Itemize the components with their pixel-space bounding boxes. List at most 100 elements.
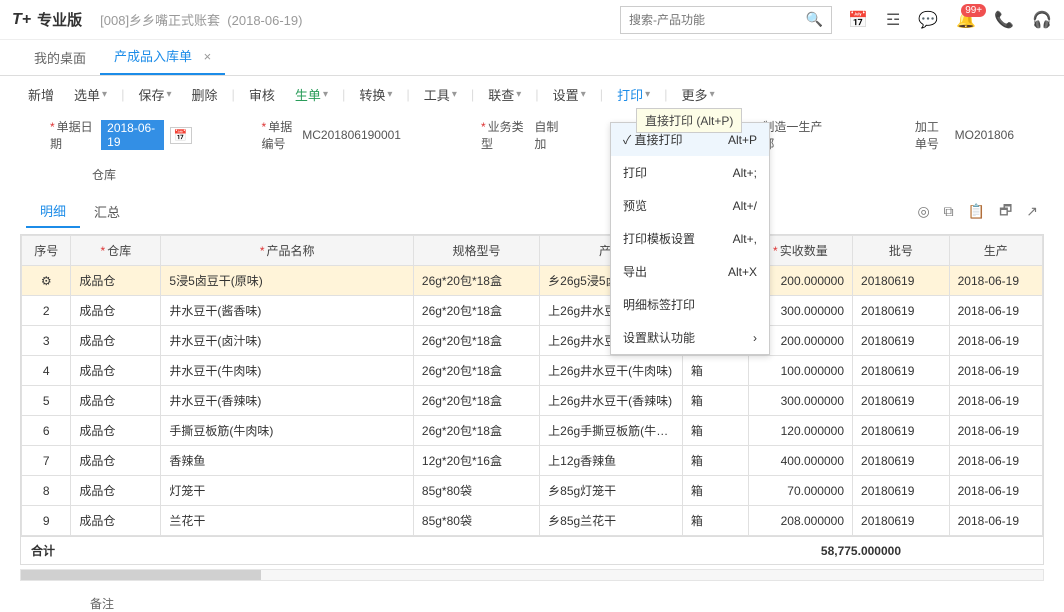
- calendar-icon[interactable]: 📅: [848, 10, 868, 30]
- search-icon[interactable]: 🔍: [806, 11, 823, 28]
- cell[interactable]: 26g*20包*18盒: [413, 386, 539, 416]
- list-icon[interactable]: ☲: [886, 10, 900, 30]
- cell[interactable]: 3: [22, 326, 71, 356]
- cell[interactable]: 70.000000: [748, 476, 852, 506]
- search-box[interactable]: 🔍: [620, 6, 832, 34]
- cell[interactable]: 2018-06-19: [949, 266, 1042, 296]
- locate-icon[interactable]: ◎: [917, 203, 929, 220]
- cell[interactable]: 2018-06-19: [949, 416, 1042, 446]
- print-button[interactable]: 打印▾: [609, 81, 658, 108]
- cell[interactable]: 26g*20包*18盒: [413, 356, 539, 386]
- cell[interactable]: 箱: [682, 356, 748, 386]
- cell[interactable]: 成品仓: [71, 416, 161, 446]
- col-prod[interactable]: 生产: [949, 236, 1042, 266]
- table-row[interactable]: 8成品仓灯笼干85g*80袋乡85g灯笼干箱70.000000201806192…: [22, 476, 1043, 506]
- scrollbar-thumb[interactable]: [21, 570, 261, 580]
- menu-template[interactable]: 打印模板设置Alt+,: [611, 222, 769, 255]
- generate-button[interactable]: 生单▾: [287, 81, 336, 108]
- phone-icon[interactable]: 📞: [994, 10, 1014, 30]
- col-wh[interactable]: 仓库: [71, 236, 161, 266]
- bell-icon[interactable]: 🔔99+: [956, 10, 976, 30]
- cell[interactable]: 2018-06-19: [949, 506, 1042, 536]
- cell[interactable]: 26g*20包*18盒: [413, 416, 539, 446]
- table-row[interactable]: 3成品仓井水豆干(卤汁味)26g*20包*18盒上26g井水豆干(200.000…: [22, 326, 1043, 356]
- col-seq[interactable]: 序号: [22, 236, 71, 266]
- cell[interactable]: 12g*20包*16盒: [413, 446, 539, 476]
- cell[interactable]: 2018-06-19: [949, 356, 1042, 386]
- link-button[interactable]: 联查▾: [480, 81, 529, 108]
- export-icon[interactable]: ↗: [1026, 203, 1038, 220]
- close-icon[interactable]: ×: [204, 49, 212, 64]
- cell[interactable]: 箱: [682, 416, 748, 446]
- delete-button[interactable]: 删除: [184, 81, 226, 108]
- tab-desktop[interactable]: 我的桌面: [20, 40, 100, 75]
- col-name[interactable]: 产品名称: [161, 236, 414, 266]
- cell[interactable]: 20180619: [853, 416, 950, 446]
- menu-export[interactable]: 导出Alt+X: [611, 255, 769, 288]
- cell[interactable]: 乡85g兰花干: [540, 506, 683, 536]
- cell[interactable]: 20180619: [853, 386, 950, 416]
- cell[interactable]: ⚙: [22, 266, 71, 296]
- search-input[interactable]: [629, 13, 823, 27]
- cell[interactable]: 井水豆干(牛肉味): [161, 356, 414, 386]
- cell[interactable]: 成品仓: [71, 386, 161, 416]
- cell[interactable]: 上12g香辣鱼: [540, 446, 683, 476]
- tab-current[interactable]: 产成品入库单 ×: [100, 38, 225, 75]
- cell[interactable]: 2018-06-19: [949, 326, 1042, 356]
- cell[interactable]: 井水豆干(卤汁味): [161, 326, 414, 356]
- cell[interactable]: 2018-06-19: [949, 446, 1042, 476]
- save-button[interactable]: 保存▾: [130, 81, 179, 108]
- cell[interactable]: 20180619: [853, 296, 950, 326]
- table-row[interactable]: ⚙成品仓5浸5卤豆干(原味)26g*20包*18盒乡26g5浸5卤豆干200.0…: [22, 266, 1043, 296]
- cell[interactable]: 20180619: [853, 326, 950, 356]
- cell[interactable]: 7: [22, 446, 71, 476]
- cell[interactable]: 上26g井水豆干(牛肉味): [540, 356, 683, 386]
- cell[interactable]: 26g*20包*18盒: [413, 266, 539, 296]
- cell[interactable]: 灯笼干: [161, 476, 414, 506]
- cell[interactable]: 20180619: [853, 476, 950, 506]
- cell[interactable]: 手撕豆板筋(牛肉味): [161, 416, 414, 446]
- add-button[interactable]: 新增: [20, 81, 62, 108]
- cell[interactable]: 成品仓: [71, 446, 161, 476]
- table-row[interactable]: 4成品仓井水豆干(牛肉味)26g*20包*18盒上26g井水豆干(牛肉味)箱10…: [22, 356, 1043, 386]
- cell[interactable]: 120.000000: [748, 416, 852, 446]
- cell[interactable]: 箱: [682, 476, 748, 506]
- cell[interactable]: 乡85g灯笼干: [540, 476, 683, 506]
- cell[interactable]: 20180619: [853, 506, 950, 536]
- cell[interactable]: 9: [22, 506, 71, 536]
- font-icon[interactable]: 🗗: [999, 200, 1012, 224]
- setting-button[interactable]: 设置▾: [545, 81, 594, 108]
- cell[interactable]: 成品仓: [71, 326, 161, 356]
- cell[interactable]: 400.000000: [748, 446, 852, 476]
- cell[interactable]: 兰花干: [161, 506, 414, 536]
- convert-button[interactable]: 转换▾: [351, 81, 400, 108]
- cell[interactable]: 成品仓: [71, 476, 161, 506]
- cell[interactable]: 20180619: [853, 356, 950, 386]
- cell[interactable]: 香辣鱼: [161, 446, 414, 476]
- copy-icon[interactable]: ⧉: [944, 203, 954, 220]
- cell[interactable]: 85g*80袋: [413, 506, 539, 536]
- cell[interactable]: 8: [22, 476, 71, 506]
- select-button[interactable]: 选单▾: [66, 81, 115, 108]
- cell[interactable]: 2: [22, 296, 71, 326]
- cell[interactable]: 26g*20包*18盒: [413, 326, 539, 356]
- cell[interactable]: 5: [22, 386, 71, 416]
- cell[interactable]: 箱: [682, 386, 748, 416]
- tool-button[interactable]: 工具▾: [416, 81, 465, 108]
- cell[interactable]: 上26g手撕豆板筋(牛肉味): [540, 416, 683, 446]
- menu-preview[interactable]: 预览Alt+/: [611, 189, 769, 222]
- menu-print[interactable]: 打印Alt+;: [611, 156, 769, 189]
- cell[interactable]: 井水豆干(酱香味): [161, 296, 414, 326]
- audit-button[interactable]: 审核: [241, 81, 283, 108]
- cell[interactable]: 5浸5卤豆干(原味): [161, 266, 414, 296]
- cell[interactable]: 2018-06-19: [949, 386, 1042, 416]
- horizontal-scrollbar[interactable]: [20, 569, 1044, 581]
- table-row[interactable]: 5成品仓井水豆干(香辣味)26g*20包*18盒上26g井水豆干(香辣味)箱30…: [22, 386, 1043, 416]
- cell[interactable]: 85g*80袋: [413, 476, 539, 506]
- cell[interactable]: 208.000000: [748, 506, 852, 536]
- col-spec[interactable]: 规格型号: [413, 236, 539, 266]
- cell[interactable]: 成品仓: [71, 356, 161, 386]
- cell[interactable]: 成品仓: [71, 506, 161, 536]
- cell[interactable]: 6: [22, 416, 71, 446]
- subtab-summary[interactable]: 汇总: [80, 196, 134, 227]
